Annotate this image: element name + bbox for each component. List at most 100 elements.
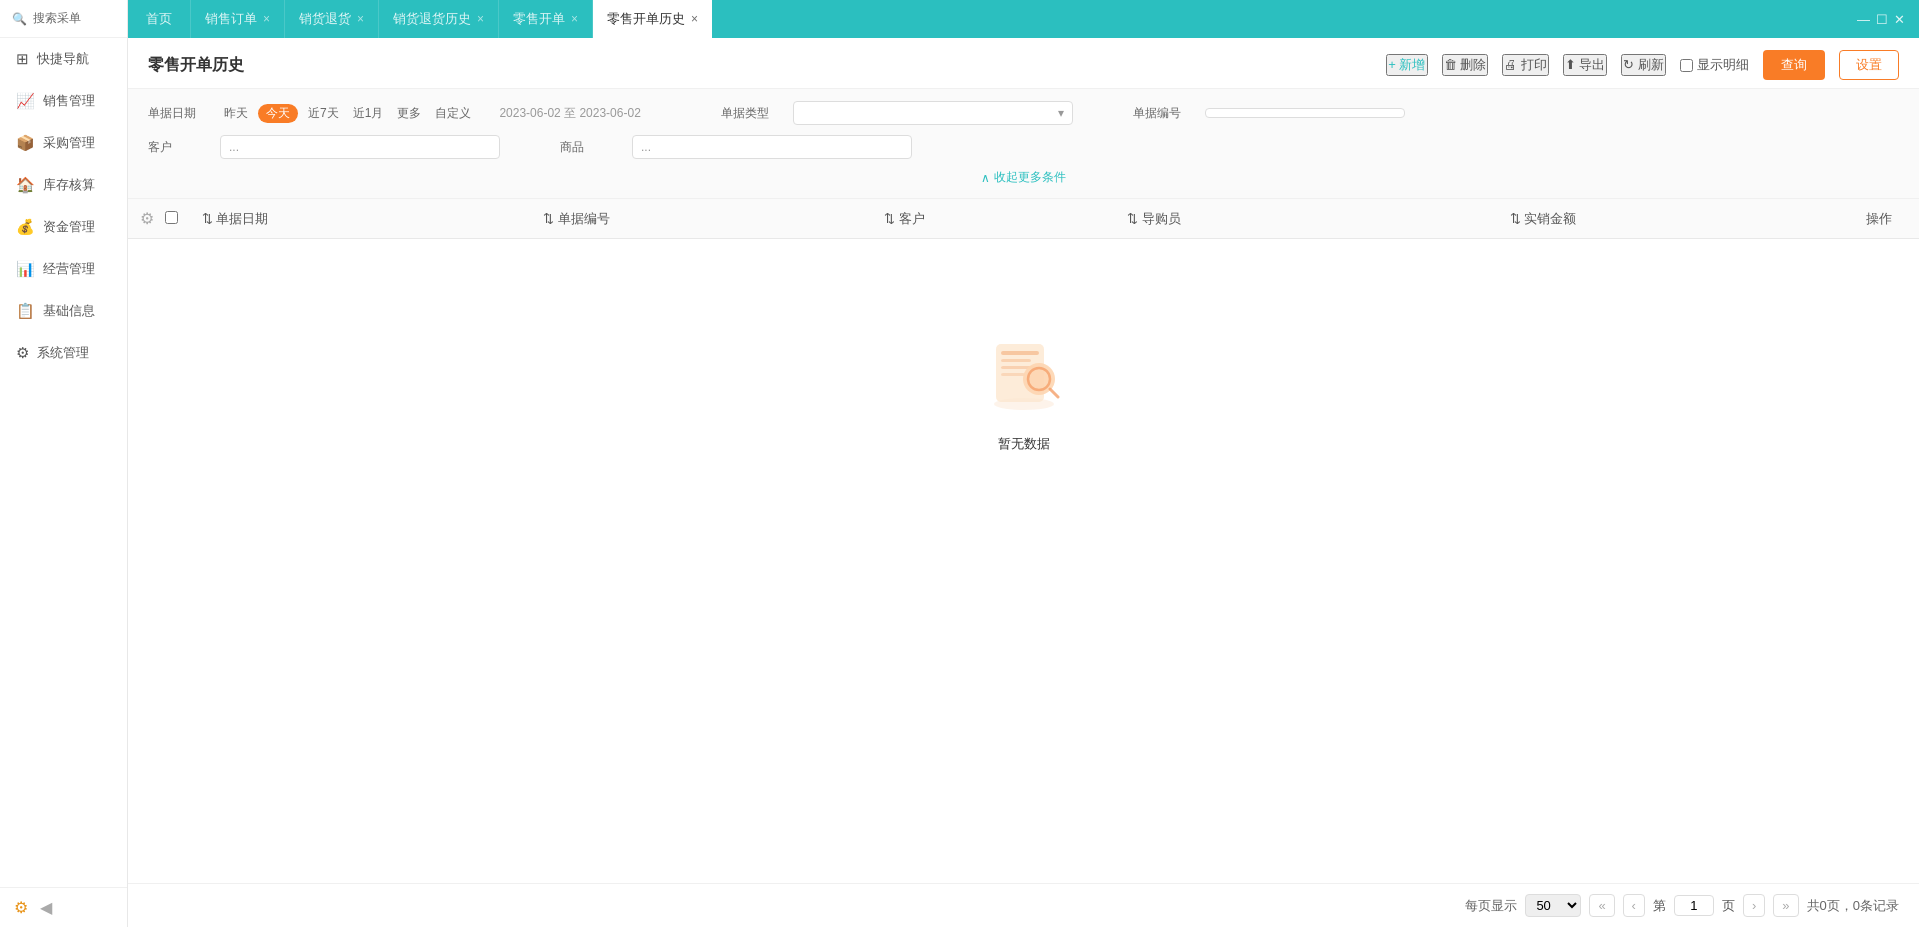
sidebar-label-basic-info: 基础信息 [43, 302, 95, 320]
date-range-display: 2023-06-02 至 2023-06-02 [499, 105, 640, 122]
settings-gear-icon[interactable]: ⚙ [14, 898, 28, 917]
refresh-button[interactable]: ↻ 刷新 [1621, 54, 1666, 76]
display-detail-toggle[interactable]: 显示明细 [1680, 56, 1749, 74]
sidebar: 🔍 搜索采单 ⊞ 快捷导航 📈销售管理 📦 采购管理 🏠 库存核算 💰 资金管理 📊经营管理📋基础… [0, 0, 128, 927]
sidebar-item-sales-mgmt[interactable]: 📈销售管理 [0, 80, 127, 122]
page-size-select[interactable]: 50 100 200 [1525, 894, 1581, 917]
customer-label: 客户 [148, 139, 200, 156]
tab-label-retail-open: 零售开单 [513, 10, 565, 28]
date-shortcut-last1m[interactable]: 近1月 [349, 104, 388, 123]
date-shortcut-today[interactable]: 今天 [258, 104, 298, 123]
page-next-btn[interactable]: › [1743, 894, 1765, 917]
print-button[interactable]: 🖨 打印 [1502, 54, 1549, 76]
tab-sales-return-history[interactable]: 销货退货历史 × [379, 0, 499, 38]
customer-select[interactable]: ... [220, 135, 500, 159]
col-no: ⇅ 单据编号 [531, 199, 872, 239]
sidebar-item-quick-nav[interactable]: ⊞ 快捷导航 [0, 38, 127, 80]
sidebar-item-sys-mgmt[interactable]: ⚙系统管理 [0, 332, 127, 374]
tab-close-sales-order[interactable]: × [263, 12, 270, 26]
tab-close-retail-open-history[interactable]: × [691, 12, 698, 26]
sidebar-label-inventory: 库存核算 [43, 176, 95, 194]
page-input[interactable] [1674, 895, 1714, 916]
col-settings: ⚙ [128, 199, 190, 239]
data-table: ⚙ ⇅ 单据日期 ⇅ 单据编号 ⇅ 客户 [128, 199, 1919, 239]
sidebar-label-purchase-mgmt: 采购管理 [43, 134, 95, 152]
top-nav: 首页销售订单×销货退货×销货退货历史×零售开单×零售开单历史× — ☐ ✕ [128, 0, 1919, 38]
date-shortcut-more[interactable]: 更多 [393, 104, 425, 123]
sidebar-item-inventory[interactable]: 🏠 库存核算 [0, 164, 127, 206]
display-detail-checkbox[interactable] [1680, 59, 1693, 72]
tab-close-sales-return-history[interactable]: × [477, 12, 484, 26]
query-button[interactable]: 查询 [1763, 50, 1825, 80]
sidebar-search[interactable]: 🔍 搜索采单 [0, 0, 127, 38]
sidebar-label-finance: 资金管理 [43, 218, 95, 236]
tab-home[interactable]: 首页 [128, 0, 191, 38]
sidebar-icon-sys-mgmt: ⚙ [16, 344, 29, 362]
tab-label-sales-order: 销售订单 [205, 10, 257, 28]
col-ops: 操作 [1839, 199, 1919, 239]
date-shortcut-yesterday[interactable]: 昨天 [220, 104, 252, 123]
sidebar-item-purchase-mgmt[interactable]: 📦 采购管理 [0, 122, 127, 164]
toolbar: + 新增 🗑 删除 🖨 打印 ⬆ 导出 ↻ 刷新 显示明细 查询 设置 [1386, 50, 1899, 80]
col-no-label: ⇅ 单据编号 [543, 211, 610, 226]
page-first-btn[interactable]: « [1589, 894, 1614, 917]
page-prev-btn[interactable]: ‹ [1623, 894, 1645, 917]
sidebar-item-operations[interactable]: 📊经营管理 [0, 248, 127, 290]
empty-illustration [974, 319, 1074, 419]
minimize-icon[interactable]: — [1857, 12, 1870, 27]
col-guide: ⇅ 导购员 [1115, 199, 1407, 239]
page-total: 共0页，0条记录 [1807, 897, 1899, 915]
sidebar-label-quick-nav: 快捷导航 [37, 50, 89, 68]
sidebar-item-finance[interactable]: 💰 资金管理 [0, 206, 127, 248]
close-icon[interactable]: ✕ [1894, 12, 1905, 27]
tab-sales-return[interactable]: 销货退货 × [285, 0, 379, 38]
tab-label-sales-return-history: 销货退货历史 [393, 10, 471, 28]
chevron-up-icon: ∧ [981, 171, 990, 185]
export-button[interactable]: ⬆ 导出 [1563, 54, 1608, 76]
goods-select[interactable]: ... [632, 135, 912, 159]
table-setting-icon[interactable]: ⚙ [140, 210, 154, 227]
page-header: 零售开单历史 + 新增 🗑 删除 🖨 打印 ⬆ 导出 ↻ 刷新 显示明细 查询 … [128, 38, 1919, 89]
window-actions: — ☐ ✕ [1857, 12, 1919, 27]
sidebar-icon-purchase-mgmt: 📦 [16, 134, 35, 152]
sidebar-nav: ⊞ 快捷导航 📈销售管理 📦 采购管理 🏠 库存核算 💰 资金管理 📊经营管理📋基础信息⚙系统管理 [0, 38, 127, 887]
select-all-checkbox[interactable] [165, 211, 178, 224]
restore-icon[interactable]: ☐ [1876, 12, 1888, 27]
sidebar-label-operations: 经营管理 [43, 260, 95, 278]
collapse-label: 收起更多条件 [994, 169, 1066, 186]
doc-no-input[interactable] [1205, 108, 1405, 118]
doc-type-select[interactable]: ▾ [793, 101, 1073, 125]
sidebar-icon-finance: 💰 [16, 218, 35, 236]
col-date: ⇅ 单据日期 [190, 199, 531, 239]
svg-line-8 [1050, 389, 1058, 397]
table-area: ⚙ ⇅ 单据日期 ⇅ 单据编号 ⇅ 客户 [128, 199, 1919, 883]
sidebar-icon-sales-mgmt: 📈 [16, 92, 35, 110]
filter-row-2: 客户 ... 商品 ... [148, 135, 1899, 159]
goods-value: ... [641, 140, 651, 154]
tab-label-sales-return: 销货退货 [299, 10, 351, 28]
search-icon: 🔍 [12, 12, 27, 26]
date-shortcut-last7[interactable]: 近7天 [304, 104, 343, 123]
col-amount-label: ⇅ 实销金额 [1510, 211, 1577, 226]
sidebar-icon-inventory: 🏠 [16, 176, 35, 194]
setting-button[interactable]: 设置 [1839, 50, 1899, 80]
empty-state: 暂无数据 [128, 239, 1919, 533]
tab-sales-order[interactable]: 销售订单 × [191, 0, 285, 38]
delete-button[interactable]: 🗑 删除 [1442, 54, 1489, 76]
page-label-pre: 第 [1653, 897, 1666, 915]
sidebar-collapse-icon[interactable]: ◀ [40, 898, 52, 917]
tab-close-retail-open[interactable]: × [571, 12, 578, 26]
col-ops-label: 操作 [1866, 211, 1892, 226]
add-button[interactable]: + 新增 [1386, 54, 1427, 76]
page-last-btn[interactable]: » [1773, 894, 1798, 917]
filter-row-1: 单据日期 昨天今天近7天近1月更多自定义 2023-06-02 至 2023-0… [148, 101, 1899, 125]
tab-close-sales-return[interactable]: × [357, 12, 364, 26]
tab-retail-open[interactable]: 零售开单 × [499, 0, 593, 38]
date-label: 单据日期 [148, 105, 200, 122]
filter-collapse-btn[interactable]: ∧ 收起更多条件 [148, 169, 1899, 186]
tab-retail-open-history[interactable]: 零售开单历史× [593, 0, 712, 38]
col-date-label: ⇅ 单据日期 [202, 211, 269, 226]
sidebar-icon-quick-nav: ⊞ [16, 50, 29, 68]
sidebar-item-basic-info[interactable]: 📋基础信息 [0, 290, 127, 332]
date-shortcut-custom[interactable]: 自定义 [431, 104, 475, 123]
